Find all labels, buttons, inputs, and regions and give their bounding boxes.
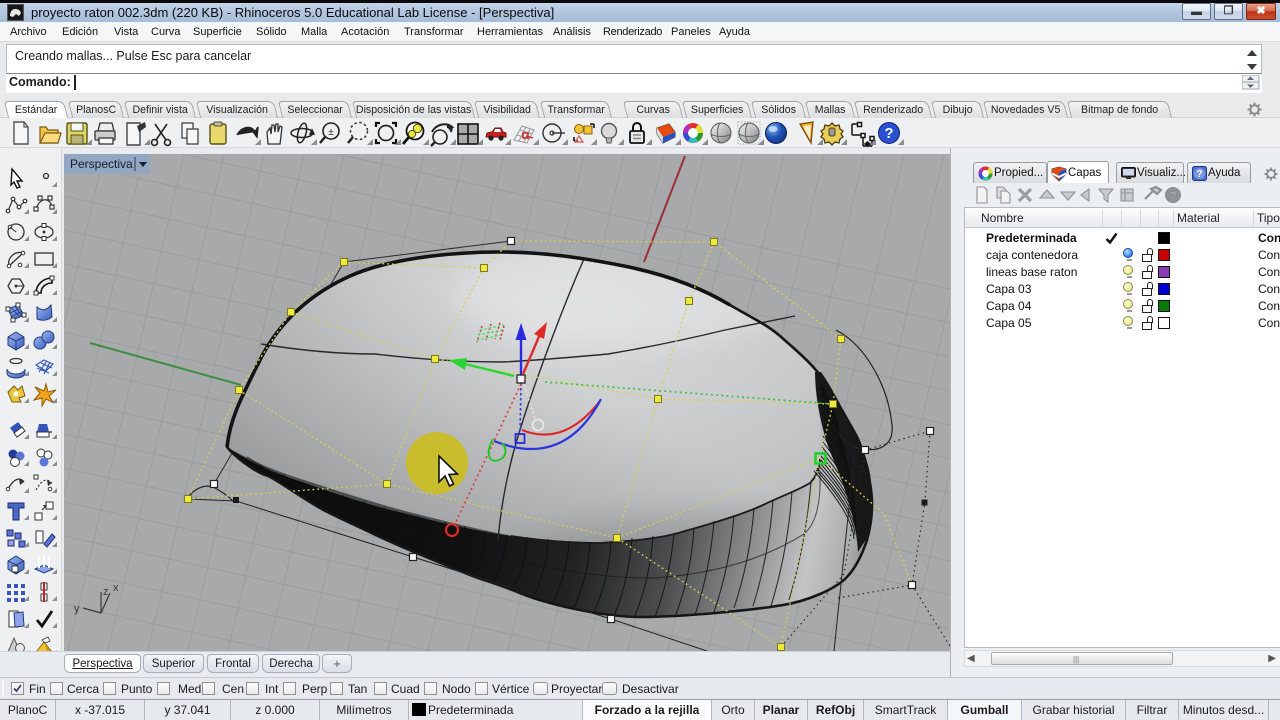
svg-text:z: z [103,586,109,598]
svg-text:Perspectiva: Perspectiva [70,157,133,171]
svg-text:x: x [113,582,119,594]
svg-text:±: ± [328,127,334,138]
svg-text:y: y [74,603,80,615]
svg-text:?: ? [1196,169,1202,180]
svg-text:?: ? [884,125,893,142]
svg-text:?: ? [1170,190,1177,202]
